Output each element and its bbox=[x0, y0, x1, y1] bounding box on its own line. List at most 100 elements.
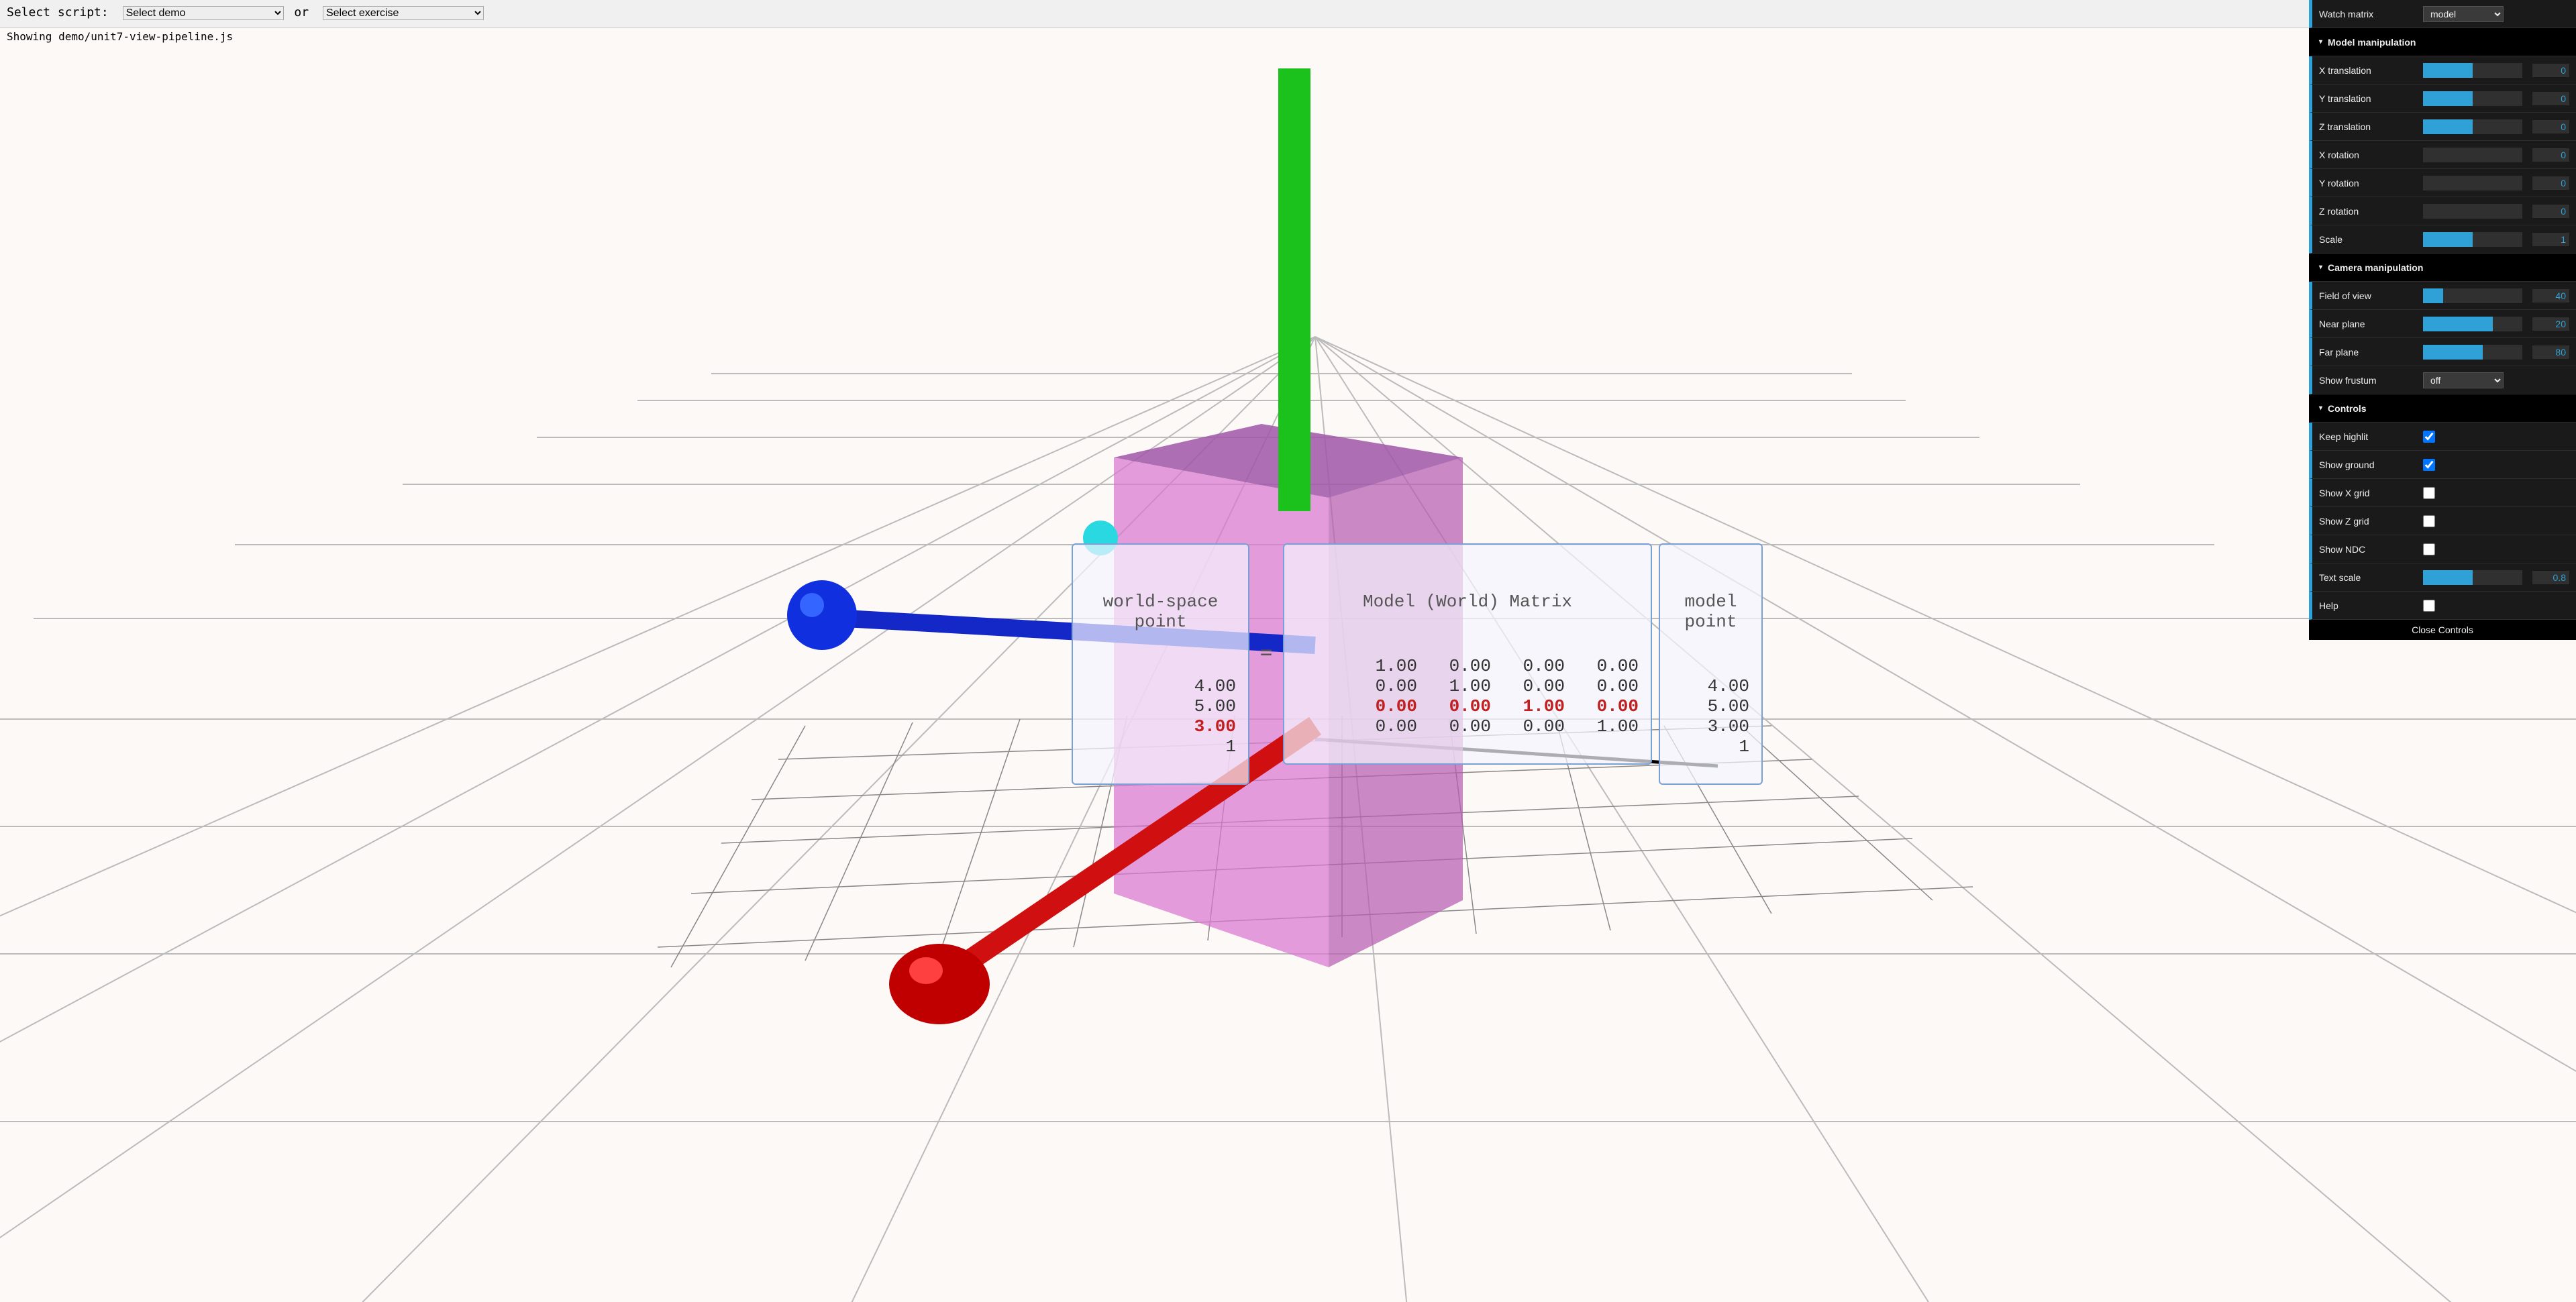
control-panel: Watch matrix model Model manipulation X … bbox=[2309, 0, 2576, 640]
y-axis bbox=[1278, 68, 1310, 511]
model-3-label: X rotation bbox=[2319, 150, 2423, 160]
watch-matrix-label: Watch matrix bbox=[2319, 9, 2423, 19]
camera-1-label: Near plane bbox=[2319, 319, 2423, 329]
model-1-row: Y translation 0 bbox=[2309, 85, 2576, 113]
control-check-4-label: Show NDC bbox=[2319, 544, 2423, 555]
model-0-row: X translation 0 bbox=[2309, 56, 2576, 85]
model-2-value: 0 bbox=[2532, 120, 2569, 133]
camera-0-label: Field of view bbox=[2319, 290, 2423, 301]
matrix-cell: 0.00 bbox=[1437, 696, 1491, 716]
matrix-cell: 0.00 bbox=[1511, 676, 1565, 696]
control-check-1-row: Show ground bbox=[2309, 451, 2576, 479]
model-4-slider[interactable] bbox=[2423, 176, 2522, 191]
model-4-label: Y rotation bbox=[2319, 178, 2423, 188]
folder-model[interactable]: Model manipulation bbox=[2309, 28, 2576, 56]
model-5-slider[interactable] bbox=[2423, 204, 2522, 219]
camera-0-slider[interactable] bbox=[2423, 288, 2522, 303]
model-2-label: Z translation bbox=[2319, 121, 2423, 132]
matrix-cell: 0.00 bbox=[1511, 656, 1565, 676]
help-checkbox[interactable] bbox=[2423, 600, 2435, 612]
model-0-slider[interactable] bbox=[2423, 63, 2522, 78]
camera-1-row: Near plane 20 bbox=[2309, 310, 2576, 338]
matrix-cell: 1.00 bbox=[1437, 676, 1491, 696]
model-3-row: X rotation0 bbox=[2309, 141, 2576, 169]
matrix-box: Model (World) Matrix 1.000.000.000.000.0… bbox=[1283, 543, 1652, 765]
camera-2-label: Far plane bbox=[2319, 347, 2423, 358]
close-controls-button[interactable]: Close Controls bbox=[2309, 620, 2576, 640]
watch-matrix-select[interactable]: model bbox=[2423, 6, 2504, 22]
control-check-4-row: Show NDC bbox=[2309, 535, 2576, 563]
camera-2-slider[interactable] bbox=[2423, 345, 2522, 360]
control-check-3-row: Show Z grid bbox=[2309, 507, 2576, 535]
demo-select[interactable]: Select demo bbox=[123, 6, 284, 20]
matrix-cell: 0.00 bbox=[1363, 676, 1417, 696]
model-1-label: Y translation bbox=[2319, 93, 2423, 104]
control-check-0-row: Keep highlit bbox=[2309, 423, 2576, 451]
world-point-cell: 1 bbox=[1196, 737, 1236, 757]
control-check-2-label: Show X grid bbox=[2319, 488, 2423, 498]
model-point-cell: 5.00 bbox=[1708, 696, 1749, 716]
folder-controls[interactable]: Controls bbox=[2309, 394, 2576, 423]
matrix-cell: 0.00 bbox=[1437, 656, 1491, 676]
watch-matrix-row: Watch matrix model bbox=[2309, 0, 2576, 28]
or-label: or bbox=[294, 5, 309, 19]
control-check-2-row: Show X grid bbox=[2309, 479, 2576, 507]
text-scale-slider[interactable] bbox=[2423, 570, 2522, 585]
show-frustum-row: Show frustum off bbox=[2309, 366, 2576, 394]
control-check-1-label: Show ground bbox=[2319, 459, 2423, 470]
model-point-cell: 3.00 bbox=[1708, 716, 1749, 737]
world-point-box: world-space point 4.005.003.001 bbox=[1072, 543, 1249, 785]
world-point-cell: 3.00 bbox=[1194, 716, 1236, 737]
model-4-row: Y rotation 0 bbox=[2309, 169, 2576, 197]
text-scale-row: Text scale 0.8 bbox=[2309, 563, 2576, 592]
model-5-label: Z rotation bbox=[2319, 206, 2423, 217]
control-check-1-checkbox[interactable] bbox=[2423, 459, 2435, 471]
select-script-label: Select script: bbox=[7, 5, 109, 19]
help-row: Help bbox=[2309, 592, 2576, 620]
model-point-cell: 4.00 bbox=[1708, 676, 1749, 696]
matrix-cell: 0.00 bbox=[1585, 656, 1639, 676]
model-1-value: 0 bbox=[2532, 92, 2569, 105]
show-frustum-label: Show frustum bbox=[2319, 375, 2423, 386]
model-6-value: 1 bbox=[2532, 233, 2569, 246]
folder-camera[interactable]: Camera manipulation bbox=[2309, 254, 2576, 282]
model-0-label: X translation bbox=[2319, 65, 2423, 76]
control-check-4-checkbox[interactable] bbox=[2423, 543, 2435, 555]
control-check-3-label: Show Z grid bbox=[2319, 516, 2423, 527]
world-point-title: world-space point bbox=[1085, 592, 1236, 632]
model-point-title: model point bbox=[1672, 592, 1749, 632]
camera-2-row: Far plane 80 bbox=[2309, 338, 2576, 366]
model-0-value: 0 bbox=[2532, 64, 2569, 77]
exercise-select[interactable]: Select exercise bbox=[323, 6, 484, 20]
control-check-0-label: Keep highlit bbox=[2319, 431, 2423, 442]
camera-2-value: 80 bbox=[2532, 345, 2569, 359]
matrix-cell: 1.00 bbox=[1585, 716, 1639, 737]
camera-0-row: Field of view 40 bbox=[2309, 282, 2576, 310]
control-check-3-checkbox[interactable] bbox=[2423, 515, 2435, 527]
matrix-cell: 0.00 bbox=[1585, 676, 1639, 696]
model-3-slider[interactable] bbox=[2423, 148, 2522, 162]
model-5-value: 0 bbox=[2532, 205, 2569, 218]
camera-1-slider[interactable] bbox=[2423, 317, 2522, 331]
control-check-2-checkbox[interactable] bbox=[2423, 487, 2435, 499]
model-6-slider[interactable] bbox=[2423, 232, 2522, 247]
model-6-label: Scale bbox=[2319, 234, 2423, 245]
model-1-slider[interactable] bbox=[2423, 91, 2522, 106]
matrix-cell: 0.00 bbox=[1511, 716, 1565, 737]
model-point-cell: 1 bbox=[1709, 737, 1749, 757]
equals-sign: = bbox=[1260, 641, 1272, 664]
model-6-row: Scale 1 bbox=[2309, 225, 2576, 254]
top-bar: Select script: Select demo or Select exe… bbox=[0, 0, 2576, 28]
model-2-row: Z translation 0 bbox=[2309, 113, 2576, 141]
matrix-cell: 1.00 bbox=[1511, 696, 1565, 716]
matrix-cell: 0.00 bbox=[1363, 716, 1417, 737]
model-2-slider[interactable] bbox=[2423, 119, 2522, 134]
control-check-0-checkbox[interactable] bbox=[2423, 431, 2435, 443]
matrix-cell: 0.00 bbox=[1437, 716, 1491, 737]
model-4-value: 0 bbox=[2532, 176, 2569, 190]
model-5-row: Z rotation 0 bbox=[2309, 197, 2576, 225]
matrix-cell: 1.00 bbox=[1363, 656, 1417, 676]
camera-0-value: 40 bbox=[2532, 289, 2569, 303]
camera-1-value: 20 bbox=[2532, 317, 2569, 331]
show-frustum-select[interactable]: off bbox=[2423, 372, 2504, 388]
